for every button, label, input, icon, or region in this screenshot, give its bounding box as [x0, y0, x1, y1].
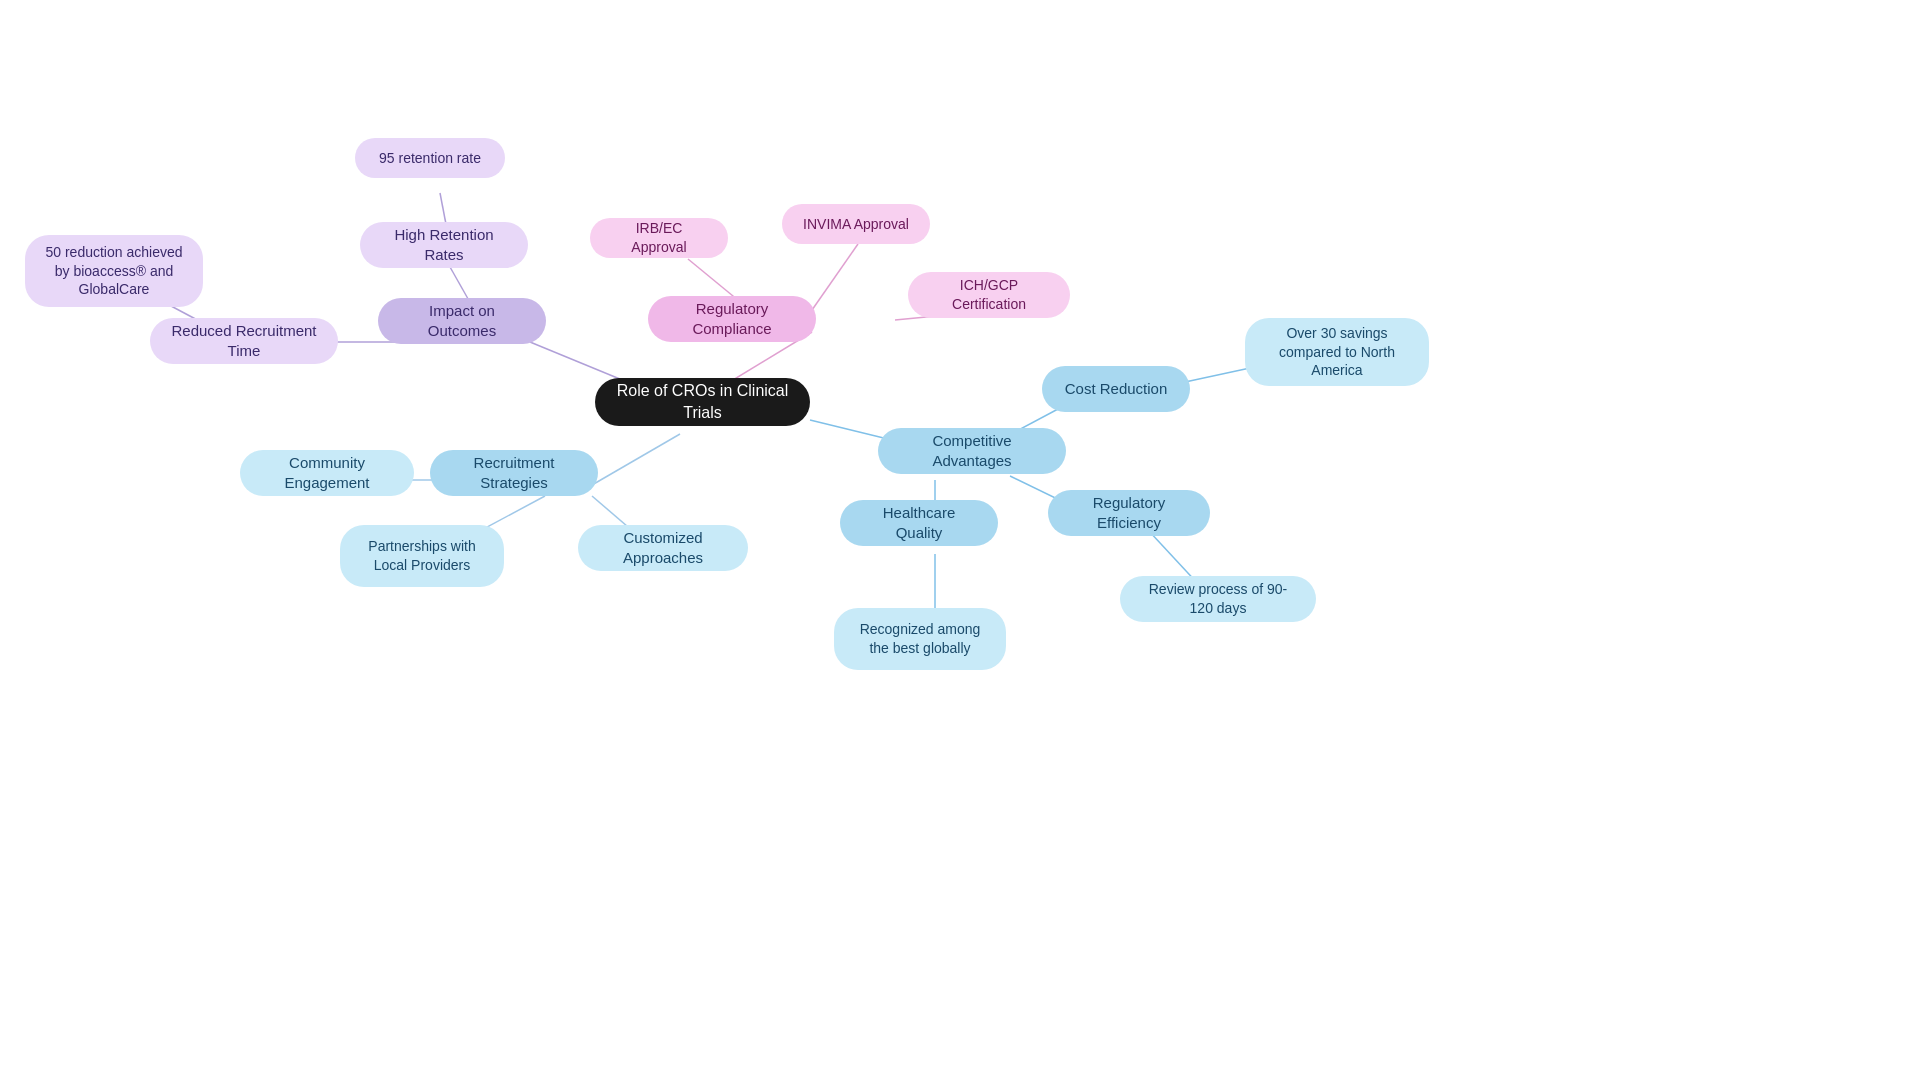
svg-line-9 [812, 244, 858, 310]
retention-rate-stat-node: 95 retention rate [355, 138, 505, 178]
over30-savings-node: Over 30 savings compared to North Americ… [1245, 318, 1429, 386]
invima-approval-node: INVIMA Approval [782, 204, 930, 244]
recognized-globally-node: Recognized among the best globally [834, 608, 1006, 670]
fifty-reduction-node: 50 reduction achieved by bioaccess® and … [25, 235, 203, 307]
high-retention-rates-node: High Retention Rates [360, 222, 528, 268]
irb-ec-approval-node: IRB/EC Approval [590, 218, 728, 258]
ich-gcp-node: ICH/GCP Certification [908, 272, 1070, 318]
svg-line-2 [592, 434, 680, 485]
partnerships-node: Partnerships with Local Providers [340, 525, 504, 587]
impact-on-outcomes-node: Impact on Outcomes [378, 298, 546, 344]
customized-approaches-node: Customized Approaches [578, 525, 748, 571]
cost-reduction-node: Cost Reduction [1042, 366, 1190, 412]
reduced-recruitment-time-node: Reduced Recruitment Time [150, 318, 338, 364]
center-node: Role of CROs in Clinical Trials [595, 378, 810, 426]
review-process-node: Review process of 90-120 days [1120, 576, 1316, 622]
recruitment-strategies-node: Recruitment Strategies [430, 450, 598, 496]
regulatory-efficiency-node: Regulatory Efficiency [1048, 490, 1210, 536]
regulatory-compliance-node: Regulatory Compliance [648, 296, 816, 342]
community-engagement-node: Community Engagement [240, 450, 414, 496]
competitive-advantages-node: Competitive Advantages [878, 428, 1066, 474]
healthcare-quality-node: Healthcare Quality [840, 500, 998, 546]
